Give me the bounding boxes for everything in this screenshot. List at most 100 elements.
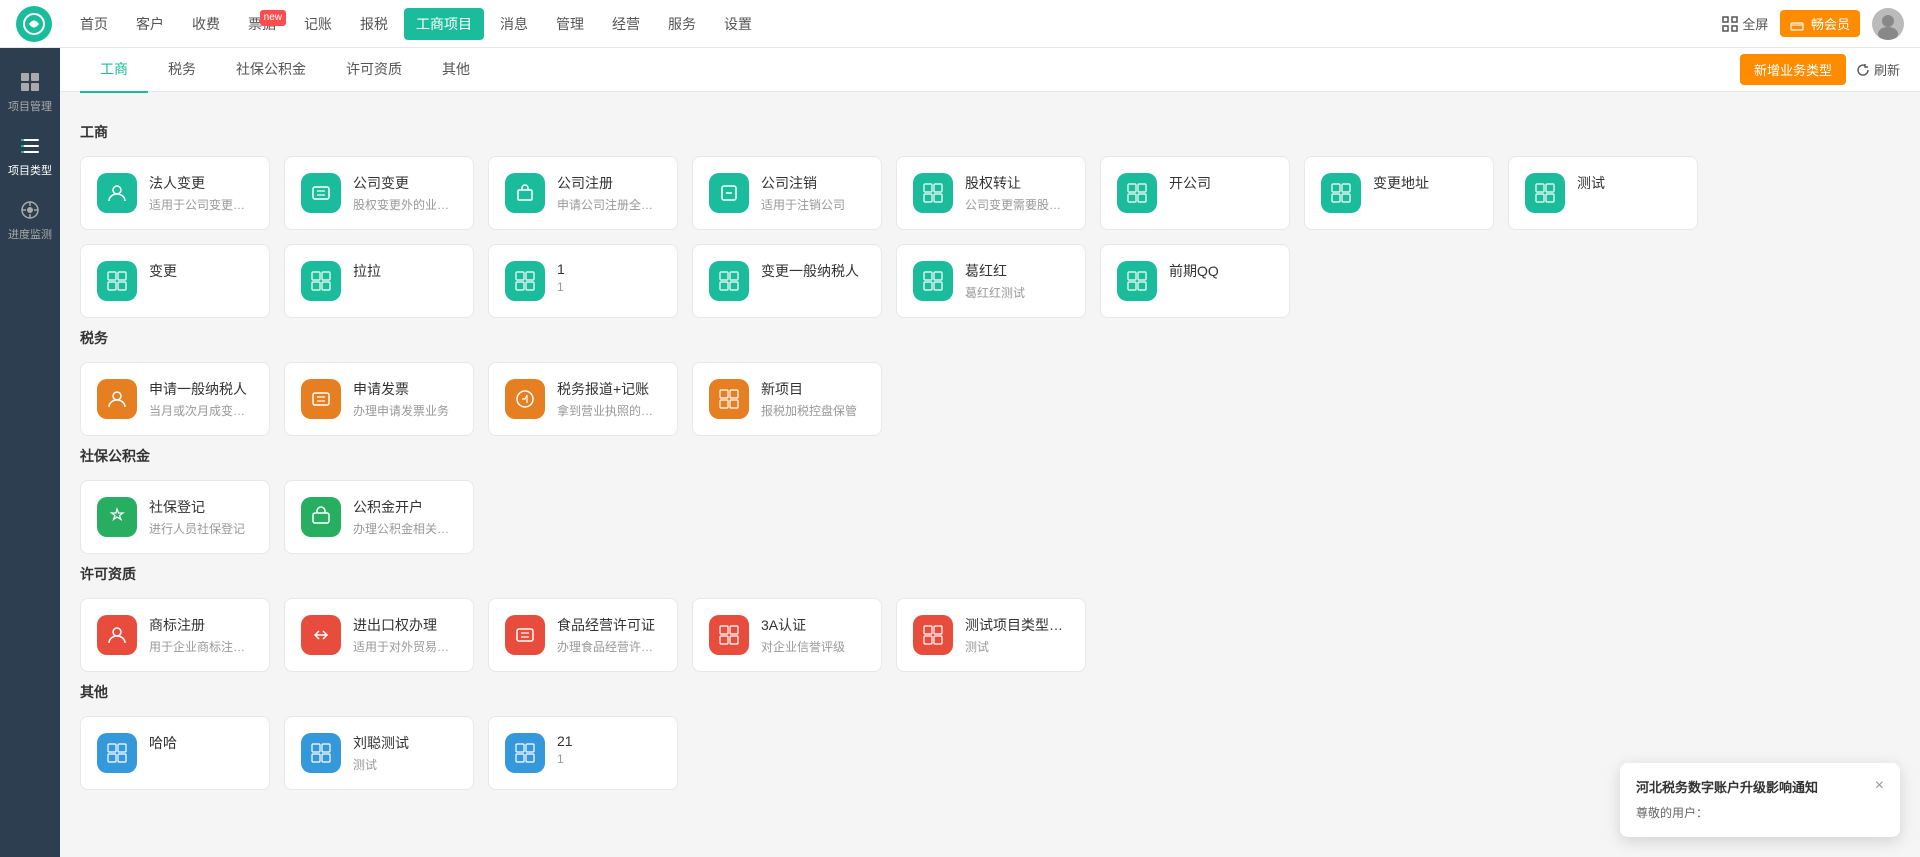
nav-right-area: 全屏 畅会员 xyxy=(1722,8,1904,40)
sidebar-item-project-management[interactable]: 项目管理 xyxy=(0,60,60,124)
card-icon-new-project xyxy=(709,379,749,419)
nav-messages[interactable]: 消息 xyxy=(488,8,540,40)
card-icon-change-address xyxy=(1321,173,1361,213)
card-new-project[interactable]: 新项目 报税加税控盘保管 xyxy=(692,362,882,436)
notif-header: 河北税务数字账户升级影响通知 × xyxy=(1636,777,1884,796)
section-title-tax: 税务 xyxy=(80,328,1900,348)
card-icon-apply-invoice xyxy=(301,379,341,419)
card-title: 进出口权办理 xyxy=(353,615,457,635)
nav-tickets[interactable]: 票据 new xyxy=(236,8,288,40)
card-trademark-register[interactable]: 商标注册 用于企业商标注册服务 xyxy=(80,598,270,672)
card-lala[interactable]: 拉拉 xyxy=(284,244,474,318)
tab-industrial[interactable]: 工商 xyxy=(80,47,148,93)
card-title: 公司注销 xyxy=(761,173,865,193)
card-title: 食品经营许可证 xyxy=(557,615,661,635)
card-test[interactable]: 测试 xyxy=(1508,156,1698,230)
card-import-export[interactable]: 进出口权办理 适用于对外贸易经营者 xyxy=(284,598,474,672)
nav-customer[interactable]: 客户 xyxy=(124,8,176,40)
app-logo[interactable] xyxy=(16,6,52,42)
card-open-company[interactable]: 开公司 xyxy=(1100,156,1290,230)
add-business-type-button[interactable]: 新增业务类型 xyxy=(1740,54,1846,85)
nav-industrial[interactable]: 工商项目 xyxy=(404,8,484,40)
notif-close-button[interactable]: × xyxy=(1875,777,1884,795)
card-info-test: 测试 xyxy=(1577,173,1681,196)
card-equity-transfer[interactable]: 股权转让 公司变更需要股权转让 xyxy=(896,156,1086,230)
card-change-address[interactable]: 变更地址 xyxy=(1304,156,1494,230)
sidebar-item-project-type[interactable]: 项目类型 xyxy=(0,124,60,188)
nav-home[interactable]: 首页 xyxy=(68,8,120,40)
card-company-register[interactable]: 公司注册 申请公司注册全流程 xyxy=(488,156,678,230)
card-info-social-insurance-register: 社保登记 进行人员社保登记 xyxy=(149,497,253,537)
nav-service[interactable]: 服务 xyxy=(656,8,708,40)
card-company-cancel[interactable]: 公司注销 适用于注销公司 xyxy=(692,156,882,230)
card-info-tax-report-bookkeeping: 税务报道+记账 拿到营业执照的新公司 xyxy=(557,379,661,419)
tabs-container: 工商 税务 社保公积金 许可资质 其他 xyxy=(80,47,490,92)
nav-billing[interactable]: 收费 xyxy=(180,8,232,40)
notification-popup: 河北税务数字账户升级影响通知 × 尊敬的用户： xyxy=(1620,763,1900,837)
card-title: 变更一般纳税人 xyxy=(761,261,865,281)
tab-social-insurance[interactable]: 社保公积金 xyxy=(216,47,326,93)
cards-grid-industrial: 法人变更 适用于公司变更法人 公司变更 股权变更外的业务变更 公司注册 xyxy=(80,156,1900,318)
card-info-haha: 哈哈 xyxy=(149,733,253,756)
nav-bookkeeping[interactable]: 记账 xyxy=(292,8,344,40)
cards-grid-social-insurance: 社保登记 进行人员社保登记 公积金开户 办理公积金相关业务 xyxy=(80,480,1900,554)
card-ge-honghong[interactable]: 葛红红 葛红红测试 xyxy=(896,244,1086,318)
card-info-liucong-test: 刘聪测试 测试 xyxy=(353,733,457,773)
nav-settings[interactable]: 设置 xyxy=(712,8,764,40)
card-apply-taxpayer[interactable]: 申请一般纳税人 当月或次月成变更完成 xyxy=(80,362,270,436)
card-change-taxpayer[interactable]: 变更一般纳税人 xyxy=(692,244,882,318)
card-icon-ge-honghong xyxy=(913,261,953,301)
card-info-company-cancel: 公司注销 适用于注销公司 xyxy=(761,173,865,213)
card-social-insurance-register[interactable]: 社保登记 进行人员社保登记 xyxy=(80,480,270,554)
tab-license[interactable]: 许可资质 xyxy=(326,47,422,93)
nav-tax[interactable]: 报税 xyxy=(348,8,400,40)
card-apply-invoice[interactable]: 申请发票 办理申请发票业务 xyxy=(284,362,474,436)
card-icon-legal-change xyxy=(97,173,137,213)
sidebar-item-progress-monitor[interactable]: 进度监测 xyxy=(0,188,60,252)
card-title: 公积金开户 xyxy=(353,497,457,517)
card-21[interactable]: 21 1 xyxy=(488,716,678,790)
user-avatar[interactable] xyxy=(1872,8,1904,40)
notif-title: 河北税务数字账户升级影响通知 xyxy=(1636,777,1875,796)
card-provident-fund-account[interactable]: 公积金开户 办理公积金相关业务 xyxy=(284,480,474,554)
card-change[interactable]: 变更 xyxy=(80,244,270,318)
vip-button[interactable]: 畅会员 xyxy=(1780,10,1860,37)
card-1[interactable]: 1 1 xyxy=(488,244,678,318)
fullscreen-button[interactable]: 全屏 xyxy=(1722,14,1768,33)
card-liucong-test[interactable]: 刘聪测试 测试 xyxy=(284,716,474,790)
card-icon-apply-taxpayer xyxy=(97,379,137,419)
card-title: 新项目 xyxy=(761,379,865,399)
card-title: 前期QQ xyxy=(1169,261,1273,281)
card-info-change-address: 变更地址 xyxy=(1373,173,1477,196)
card-info-equity-transfer: 股权转让 公司变更需要股权转让 xyxy=(965,173,1069,213)
nav-operations[interactable]: 经营 xyxy=(600,8,652,40)
nav-management[interactable]: 管理 xyxy=(544,8,596,40)
card-icon-social-insurance-register xyxy=(97,497,137,537)
card-icon-trademark-register xyxy=(97,615,137,655)
card-company-change[interactable]: 公司变更 股权变更外的业务变更 xyxy=(284,156,474,230)
card-info-import-export: 进出口权办理 适用于对外贸易经营者 xyxy=(353,615,457,655)
vip-icon xyxy=(1790,19,1804,33)
tab-tax[interactable]: 税务 xyxy=(148,47,216,93)
card-icon-qianqi-qq xyxy=(1117,261,1157,301)
card-haha[interactable]: 哈哈 xyxy=(80,716,270,790)
grid-icon xyxy=(18,70,42,94)
card-qianqi-qq[interactable]: 前期QQ xyxy=(1100,244,1290,318)
card-legal-change[interactable]: 法人变更 适用于公司变更法人 xyxy=(80,156,270,230)
card-info-legal-change: 法人变更 适用于公司变更法人 xyxy=(149,173,253,213)
refresh-button[interactable]: 刷新 xyxy=(1856,60,1900,79)
card-info-1: 1 1 xyxy=(557,261,661,294)
card-info-company-change: 公司变更 股权变更外的业务变更 xyxy=(353,173,457,213)
main-content: 工商 税务 社保公积金 许可资质 其他 新增业务类型 刷新 工商 xyxy=(60,48,1920,857)
tab-other[interactable]: 其他 xyxy=(422,47,490,93)
section-title-other: 其他 xyxy=(80,682,1900,702)
card-desc: 测试 xyxy=(965,638,1069,655)
card-test-project-type[interactable]: 测试项目类型目定义 测试 xyxy=(896,598,1086,672)
card-title: 税务报道+记账 xyxy=(557,379,661,399)
card-tax-report-bookkeeping[interactable]: 税务报道+记账 拿到营业执照的新公司 xyxy=(488,362,678,436)
card-food-license[interactable]: 食品经营许可证 办理食品经营许可证 xyxy=(488,598,678,672)
card-title: 公司变更 xyxy=(353,173,457,193)
card-desc: 1 xyxy=(557,280,661,294)
monitor-icon xyxy=(18,198,42,222)
card-3a-certification[interactable]: 3A认证 对企业信誉评级 xyxy=(692,598,882,672)
